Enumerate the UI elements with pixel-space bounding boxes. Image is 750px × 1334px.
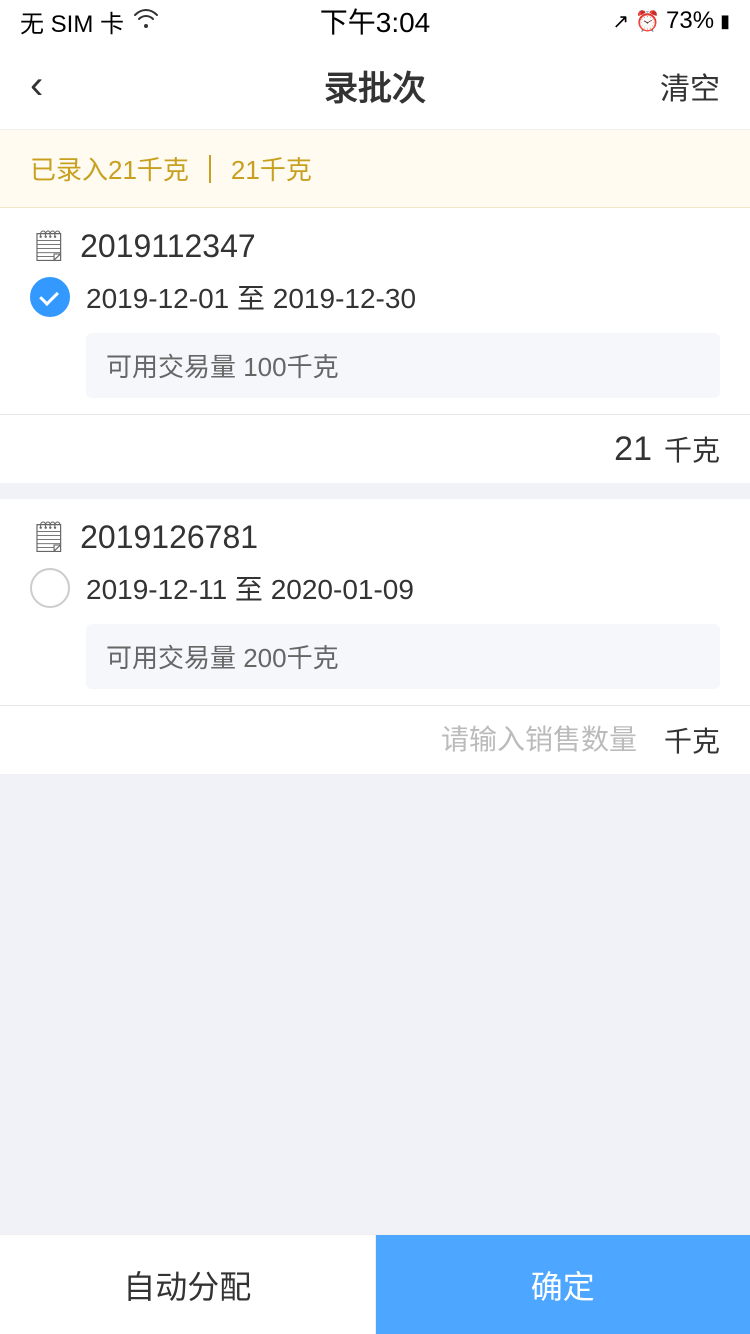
radio-button-1[interactable]: [30, 277, 70, 317]
battery-text: 73%: [666, 7, 714, 35]
nav-bar: ‹ 录批次 清空: [0, 42, 750, 130]
batch-id-2: 2019126781: [80, 519, 258, 556]
quantity-unit-2: 千克: [664, 720, 720, 760]
clear-button[interactable]: 清空: [660, 64, 720, 108]
batch-date-row-2[interactable]: 2019-12-11 至 2020-01-09: [30, 568, 720, 608]
confirm-button[interactable]: 确定: [376, 1235, 750, 1334]
banner-divider: [209, 155, 211, 183]
status-bar-time: 下午3:04: [320, 1, 431, 41]
batch-section-2: 🗒 2019126781 2019-12-11 至 2020-01-09 可用交…: [0, 499, 750, 774]
recorded-label: 已录入21千克: [30, 150, 189, 187]
batch-date-1: 2019-12-01 至 2019-12-30: [86, 277, 416, 317]
battery-icon: ▮: [720, 11, 730, 32]
status-bar-right: ↗ ⏰ 73% ▮: [612, 7, 730, 35]
section-divider: [0, 483, 750, 499]
radio-button-2[interactable]: [30, 568, 70, 608]
bottom-area: [0, 774, 750, 1174]
location-icon: ↗: [612, 9, 629, 34]
batch-item-2: 🗒 2019126781 2019-12-11 至 2020-01-09 可用交…: [0, 499, 750, 689]
status-bar-left: 无 SIM 卡: [20, 4, 160, 39]
back-button[interactable]: ‹: [30, 63, 90, 108]
page-title: 录批次: [324, 61, 426, 110]
footer: 自动分配 确定: [0, 1234, 750, 1334]
batch-date-2: 2019-12-11 至 2020-01-09: [86, 568, 414, 608]
available-label-2: 可用交易量 200千克: [86, 624, 720, 689]
alarm-icon: ⏰: [635, 9, 660, 34]
available-label-1: 可用交易量 100千克: [86, 333, 720, 398]
carrier-text: 无 SIM 卡: [20, 4, 124, 39]
quantity-value-1: 21: [614, 430, 652, 469]
wifi-icon: [132, 7, 160, 35]
quantity-input-2[interactable]: [30, 724, 652, 756]
quantity-unit-1: 千克: [664, 429, 720, 469]
quantity-input-row-2: 千克: [0, 705, 750, 774]
status-bar: 无 SIM 卡 下午3:04 ↗ ⏰ 73% ▮: [0, 0, 750, 42]
auto-assign-button[interactable]: 自动分配: [0, 1235, 376, 1334]
batch-item-1: 🗒 2019112347 2019-12-01 至 2019-12-30 可用交…: [0, 208, 750, 398]
batch-header-1: 🗒 2019112347: [30, 228, 720, 265]
batch-date-row-1[interactable]: 2019-12-01 至 2019-12-30: [30, 277, 720, 317]
batch-doc-icon-1: 🗒: [30, 229, 68, 264]
total-label: 21千克: [231, 150, 312, 187]
batch-header-2: 🗒 2019126781: [30, 519, 720, 556]
batch-section-1: 🗒 2019112347 2019-12-01 至 2019-12-30 可用交…: [0, 208, 750, 483]
batch-doc-icon-2: 🗒: [30, 520, 68, 555]
info-banner: 已录入21千克 21千克: [0, 130, 750, 208]
quantity-row-1: 21 千克: [0, 414, 750, 483]
batch-id-1: 2019112347: [80, 228, 256, 265]
